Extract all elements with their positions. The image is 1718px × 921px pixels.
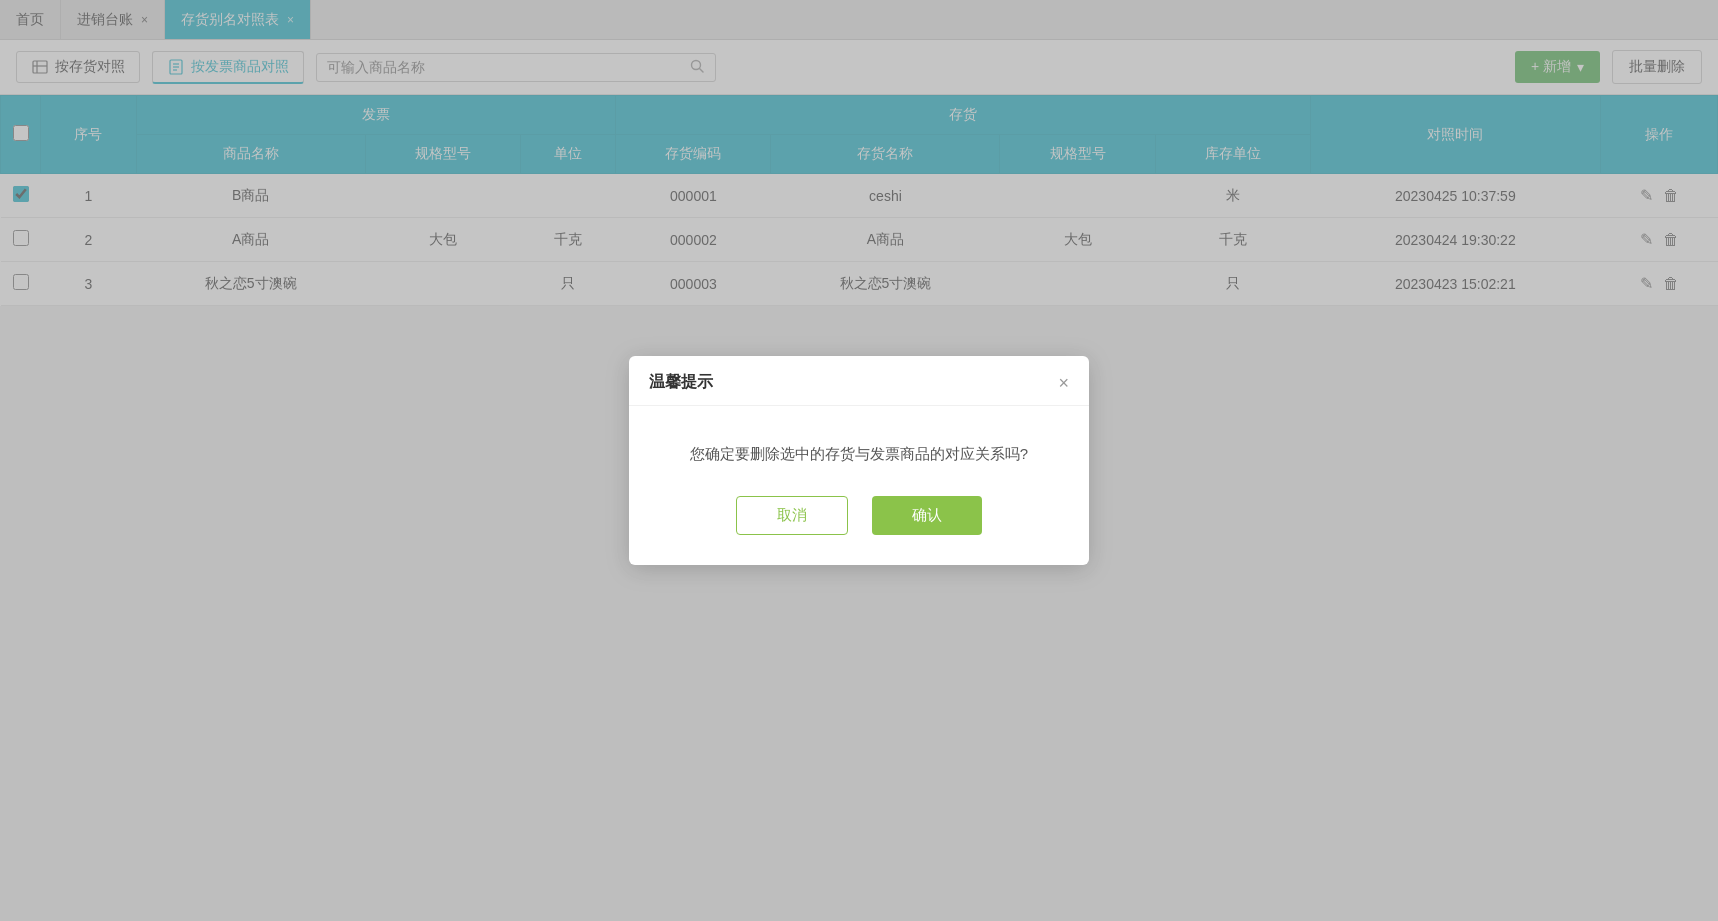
dialog-overlay: 温馨提示 × 您确定要删除选中的存货与发票商品的对应关系吗? 取消 确认	[0, 0, 1718, 306]
